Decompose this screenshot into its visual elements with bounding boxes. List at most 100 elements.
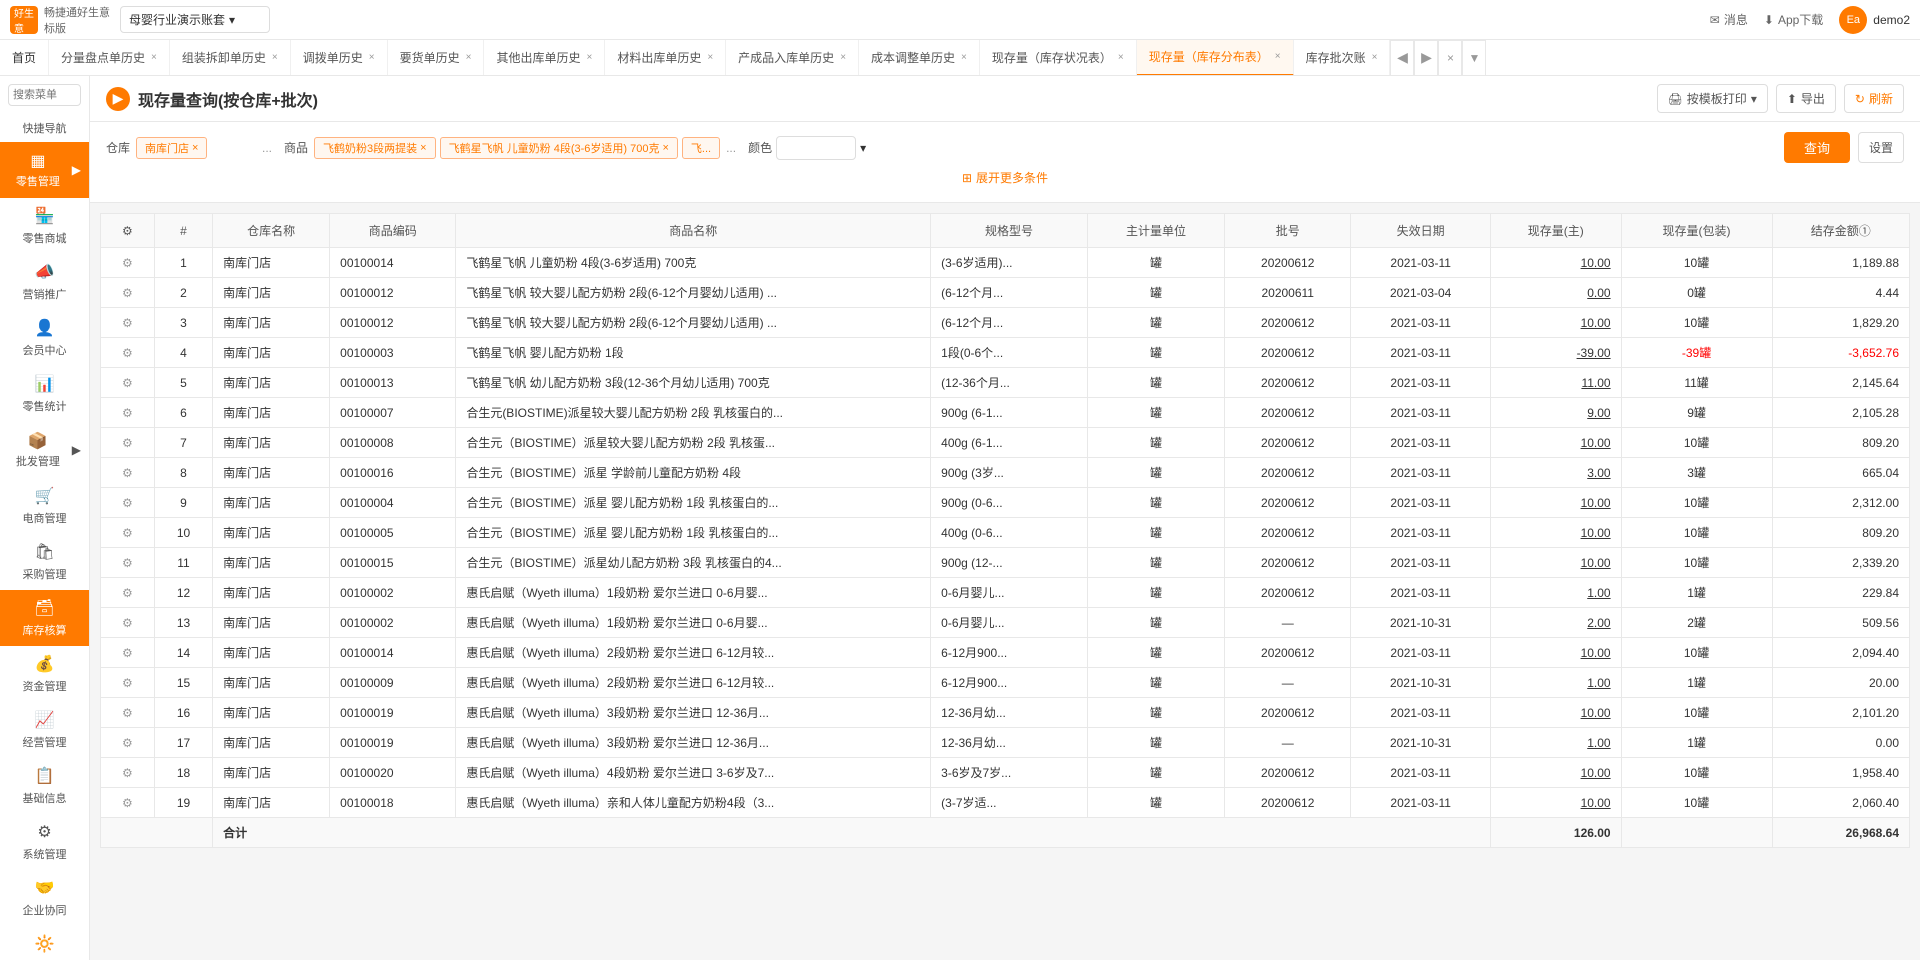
row-stock-main-cell[interactable]: 10.00 [1491,518,1622,548]
nav-prev-button[interactable]: ◀ [1390,40,1414,76]
export-button[interactable]: ⬆ 导出 [1776,84,1836,113]
row-stock-main-cell[interactable]: 10.00 [1491,638,1622,668]
sidebar-item-enterprise[interactable]: 🤝 企业协同 [0,870,89,926]
row-stock-main-cell[interactable]: 10.00 [1491,788,1622,818]
settings-button[interactable]: 设置 [1858,132,1904,163]
sidebar-item-stock-check[interactable]: 🗃 库存核算 [0,590,89,646]
app-download-button[interactable]: ⬇ App下载 [1764,11,1823,28]
row-gear-cell[interactable]: ⚙ [101,248,155,278]
row-stock-main-cell[interactable]: 11.00 [1491,368,1622,398]
row-gear-cell[interactable]: ⚙ [101,788,155,818]
sidebar-item-ecommerce[interactable]: 🛒 电商管理 [0,478,89,534]
row-gear-cell[interactable]: ⚙ [101,368,155,398]
messages-button[interactable]: ✉ 消息 [1710,11,1748,28]
sidebar-item-purchase[interactable]: 🛍 采购管理 [0,534,89,590]
sidebar-item-quick-nav[interactable]: 快捷导航 [0,114,89,142]
close-icon[interactable]: × [586,52,592,63]
tab-stock-dist[interactable]: 现存量（库存分布表） × [1137,40,1294,76]
nav-close-button[interactable]: × [1438,40,1462,76]
tab-tiao-bo[interactable]: 调拨单历史 × [291,40,388,76]
sidebar-item-system[interactable]: ⚙ 系统管理 [0,814,89,870]
nav-menu-button[interactable]: ▼ [1462,40,1486,76]
row-stock-main-cell[interactable]: 10.00 [1491,248,1622,278]
user-area[interactable]: Ea demo2 [1839,6,1910,34]
row-gear-cell[interactable]: ⚙ [101,488,155,518]
row-stock-main-cell[interactable]: 10.00 [1491,758,1622,788]
tab-other-out[interactable]: 其他出库单历史 × [484,40,605,76]
close-icon[interactable]: × [662,142,668,154]
tab-cost-adjust[interactable]: 成本调整单历史 × [859,40,980,76]
product-tag-more[interactable]: 飞... [682,137,720,159]
close-icon[interactable]: × [1372,52,1378,63]
row-gear-cell[interactable]: ⚙ [101,398,155,428]
row-stock-main-cell[interactable]: 10.00 [1491,308,1622,338]
close-icon[interactable]: × [420,142,426,154]
close-icon[interactable]: × [1118,52,1124,63]
tab-home[interactable]: 首页 [0,40,49,76]
refresh-button[interactable]: ↻ 刷新 [1844,84,1904,113]
row-stock-main-cell[interactable]: 0.00 [1491,278,1622,308]
close-icon[interactable]: × [192,142,198,154]
row-stock-main-cell[interactable]: 10.00 [1491,488,1622,518]
close-icon[interactable]: × [961,52,967,63]
row-stock-main-cell[interactable]: 10.00 [1491,698,1622,728]
row-gear-cell[interactable]: ⚙ [101,608,155,638]
row-gear-cell[interactable]: ⚙ [101,308,155,338]
row-stock-main-cell[interactable]: 1.00 [1491,578,1622,608]
product-tag-1[interactable]: 飞鹤奶粉3段两提装 × [314,137,436,159]
sidebar-item-retail-manage[interactable]: ▦ 零售管理 ▶ [0,142,89,198]
warehouse-more[interactable]: ... [262,141,272,155]
row-gear-cell[interactable]: ⚙ [101,278,155,308]
query-button[interactable]: 查询 [1784,132,1850,163]
expand-more-button[interactable]: ⊞ 展开更多条件 [106,163,1904,192]
close-icon[interactable]: × [840,52,846,63]
row-stock-main-cell[interactable]: 10.00 [1491,548,1622,578]
tab-stock-batch[interactable]: 库存批次账 × [1294,40,1391,76]
nav-next-button[interactable]: ▶ [1414,40,1438,76]
row-gear-cell[interactable]: ⚙ [101,428,155,458]
row-gear-cell[interactable]: ⚙ [101,338,155,368]
close-icon[interactable]: × [369,52,375,63]
close-icon[interactable]: × [1275,51,1281,62]
row-gear-cell[interactable]: ⚙ [101,518,155,548]
row-gear-cell[interactable]: ⚙ [101,458,155,488]
sidebar-item-guide[interactable]: 🔆 新手引导 [0,926,89,960]
row-gear-cell[interactable]: ⚙ [101,758,155,788]
row-stock-main-cell[interactable]: -39.00 [1491,338,1622,368]
tab-material-out[interactable]: 材料出库单历史 × [605,40,726,76]
tab-fenban[interactable]: 分量盘点单历史 × [49,40,170,76]
row-gear-cell[interactable]: ⚙ [101,578,155,608]
close-icon[interactable]: × [272,52,278,63]
row-stock-main-cell[interactable]: 1.00 [1491,728,1622,758]
sidebar-item-retail-shop[interactable]: 🏪 零售商城 [0,198,89,254]
warehouse-tag-nankumen[interactable]: 南库门店 × [136,137,207,159]
row-stock-main-cell[interactable]: 10.00 [1491,428,1622,458]
product-tag-2[interactable]: 飞鹤星飞帆 儿童奶粉 4段(3-6岁适用) 700克 × [440,137,678,159]
workspace-selector[interactable]: 母婴行业演示账套 ▾ [120,6,270,33]
tab-yao-huo[interactable]: 要货单历史 × [388,40,485,76]
sidebar-item-member-center[interactable]: 👤 会员中心 [0,310,89,366]
sidebar-item-marketing[interactable]: 📣 营销推广 [0,254,89,310]
sidebar-item-retail-stats[interactable]: 📊 零售统计 [0,366,89,422]
tab-product-in[interactable]: 产成品入库单历史 × [726,40,859,76]
search-input[interactable] [8,84,81,106]
product-more[interactable]: ... [726,141,736,155]
close-icon[interactable]: × [707,52,713,63]
close-icon[interactable]: × [151,52,157,63]
sidebar-item-wholesale-manage[interactable]: 📦 批发管理 ▶ [0,422,89,478]
template-print-button[interactable]: 🖨 按模板打印 ▾ [1657,84,1768,113]
color-input[interactable] [776,136,856,160]
row-gear-cell[interactable]: ⚙ [101,728,155,758]
expand-arrow-button[interactable]: ▶ [106,87,130,111]
sidebar-item-ops[interactable]: 📈 经营管理 [0,702,89,758]
sidebar-item-basic-info[interactable]: 📋 基础信息 [0,758,89,814]
sidebar-item-finance[interactable]: 💰 资金管理 [0,646,89,702]
color-dropdown-icon[interactable]: ▾ [860,141,866,155]
row-stock-main-cell[interactable]: 1.00 [1491,668,1622,698]
row-stock-main-cell[interactable]: 2.00 [1491,608,1622,638]
close-icon[interactable]: × [466,52,472,63]
tab-stock-status[interactable]: 现存量（库存状况表） × [980,40,1137,76]
row-gear-cell[interactable]: ⚙ [101,698,155,728]
row-stock-main-cell[interactable]: 9.00 [1491,398,1622,428]
tab-zuchai[interactable]: 组装拆卸单历史 × [170,40,291,76]
